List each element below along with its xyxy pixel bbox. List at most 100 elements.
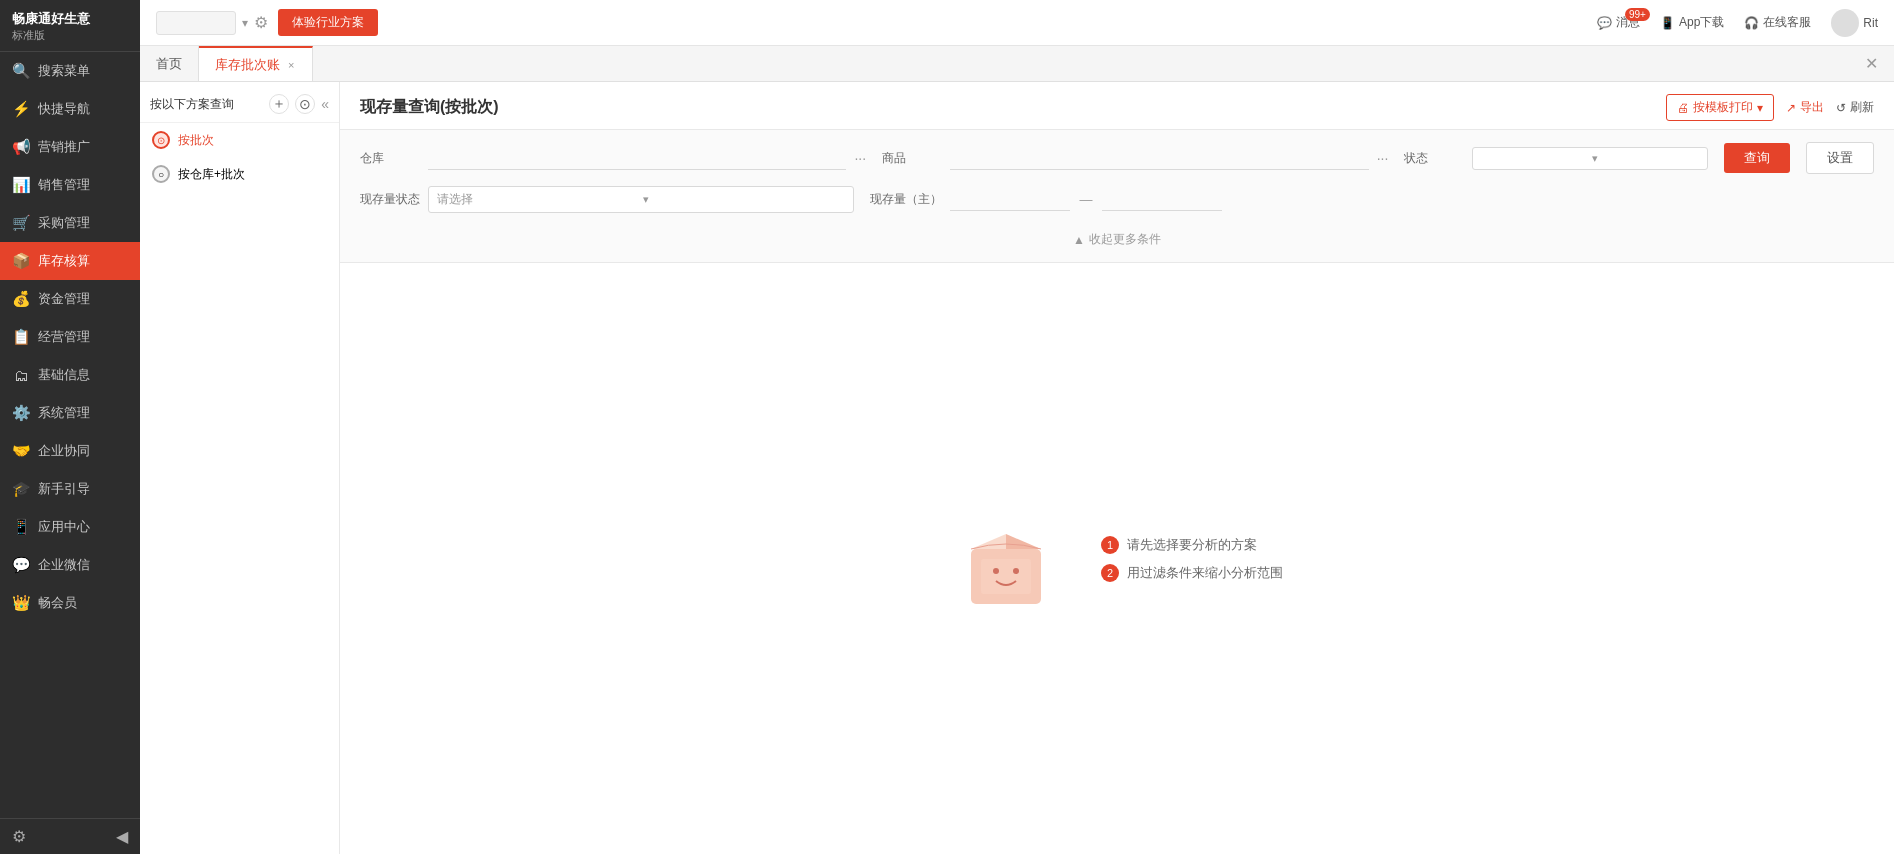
sidebar-item-label: 搜索菜单 bbox=[38, 62, 90, 80]
collapse-arrow-icon: ▲ bbox=[1073, 233, 1085, 247]
sidebar-item-member[interactable]: 👑 畅会员 bbox=[0, 584, 140, 622]
right-panel: 现存量查询(按批次) 🖨 按模板打印 ▾ ↗ 导出 ↺ 刷新 bbox=[340, 82, 1894, 854]
experience-button[interactable]: 体验行业方案 bbox=[278, 9, 378, 36]
sidebar-item-label: 企业微信 bbox=[38, 556, 90, 574]
sidebar-item-label: 新手引导 bbox=[38, 480, 90, 498]
product-more-icon[interactable]: ··· bbox=[1377, 150, 1389, 166]
empty-svg bbox=[951, 499, 1071, 619]
topbar-search-area: ▾ ⚙ bbox=[156, 11, 268, 35]
tip-num-2: 2 bbox=[1101, 564, 1119, 582]
tab-home-label: 首页 bbox=[156, 55, 182, 73]
tab-inventory-batch[interactable]: 库存批次账 × bbox=[199, 46, 313, 81]
tab-home[interactable]: 首页 bbox=[140, 46, 199, 81]
tip-text-1: 请先选择要分析的方案 bbox=[1127, 536, 1257, 554]
topbar-right: 💬 消息 99+ 📱 App下载 🎧 在线客服 Rit bbox=[1597, 9, 1878, 37]
online-service-button[interactable]: 🎧 在线客服 bbox=[1744, 14, 1811, 31]
wechat-icon: 💬 bbox=[12, 556, 30, 574]
topbar-chevron-icon[interactable]: ▾ bbox=[242, 16, 248, 30]
sidebar-item-finance[interactable]: 💰 资金管理 bbox=[0, 280, 140, 318]
export-button[interactable]: ↗ 导出 bbox=[1786, 99, 1824, 116]
sidebar-item-label: 快捷导航 bbox=[38, 100, 90, 118]
app-center-icon: 📱 bbox=[12, 518, 30, 536]
warehouse-more-icon[interactable]: ··· bbox=[854, 150, 866, 166]
status-chevron-icon: ▾ bbox=[1592, 152, 1699, 165]
scheme-item-by-batch[interactable]: ⊙ 按批次 bbox=[140, 123, 339, 157]
query-button[interactable]: 查询 bbox=[1724, 143, 1790, 173]
app-download-button[interactable]: 📱 App下载 bbox=[1660, 14, 1724, 31]
filter-row-2: 现存量状态 请选择 ▾ 现存量（主） — bbox=[360, 186, 1874, 213]
sidebar: 畅康通好生意 标准版 🔍 搜索菜单 ⚡ 快捷导航 📢 营销推广 📊 销售管理 🛒… bbox=[0, 0, 140, 854]
sidebar-item-marketing[interactable]: 📢 营销推广 bbox=[0, 128, 140, 166]
sidebar-item-label: 企业协同 bbox=[38, 442, 90, 460]
status-label: 状态 bbox=[1404, 150, 1464, 167]
page-content: 按以下方案查询 ＋ ⊙ « ⊙ 按批次 ○ 按仓库+批次 现存量查询(按批次) bbox=[140, 82, 1894, 854]
template-print-button[interactable]: 🖨 按模板打印 ▾ bbox=[1666, 94, 1774, 121]
topbar-search-input[interactable] bbox=[156, 11, 236, 35]
tip-num-1: 1 bbox=[1101, 536, 1119, 554]
user-avatar-area[interactable]: Rit bbox=[1831, 9, 1878, 37]
product-label: 商品 bbox=[882, 150, 942, 167]
operations-icon: 📋 bbox=[12, 328, 30, 346]
stock-status-label: 现存量状态 bbox=[360, 191, 420, 208]
sidebar-item-newbie[interactable]: 🎓 新手引导 bbox=[0, 470, 140, 508]
left-panel-title: 按以下方案查询 bbox=[150, 96, 234, 113]
message-button[interactable]: 💬 消息 99+ bbox=[1597, 14, 1640, 31]
page-header: 现存量查询(按批次) 🖨 按模板打印 ▾ ↗ 导出 ↺ 刷新 bbox=[340, 82, 1894, 130]
quantity-min-input[interactable] bbox=[950, 188, 1070, 211]
sidebar-item-app-center[interactable]: 📱 应用中心 bbox=[0, 508, 140, 546]
sidebar-item-quick-nav[interactable]: ⚡ 快捷导航 bbox=[0, 90, 140, 128]
member-icon: 👑 bbox=[12, 594, 30, 612]
close-all-tabs-button[interactable]: ✕ bbox=[1865, 54, 1878, 73]
newbie-icon: 🎓 bbox=[12, 480, 30, 498]
stock-status-value: 请选择 bbox=[437, 191, 639, 208]
tip-item-2: 2 用过滤条件来缩小分析范围 bbox=[1101, 564, 1283, 582]
main-container: ▾ ⚙ 体验行业方案 💬 消息 99+ 📱 App下载 🎧 在线客服 Rit bbox=[140, 0, 1894, 854]
empty-illustration bbox=[951, 499, 1071, 619]
empty-tips: 1 请先选择要分析的方案 2 用过滤条件来缩小分析范围 bbox=[1101, 536, 1283, 582]
left-panel-header: 按以下方案查询 ＋ ⊙ « bbox=[140, 82, 339, 123]
chevron-down-icon[interactable]: ▾ bbox=[1757, 101, 1763, 115]
product-input[interactable] bbox=[950, 147, 1368, 170]
topbar-gear-icon[interactable]: ⚙ bbox=[254, 13, 268, 32]
refresh-icon: ↺ bbox=[1836, 101, 1846, 115]
sidebar-item-wechat[interactable]: 💬 企业微信 bbox=[0, 546, 140, 584]
quantity-max-input[interactable] bbox=[1102, 188, 1222, 211]
app-version: 标准版 bbox=[12, 28, 128, 43]
scheme-item-by-warehouse-batch[interactable]: ○ 按仓库+批次 bbox=[140, 157, 339, 191]
tab-close-icon[interactable]: × bbox=[286, 57, 296, 73]
inventory-icon: 📦 bbox=[12, 252, 30, 270]
left-panel-actions: ＋ ⊙ « bbox=[269, 94, 329, 114]
sidebar-item-system[interactable]: ⚙️ 系统管理 bbox=[0, 394, 140, 432]
status-dropdown[interactable]: ▾ bbox=[1472, 147, 1708, 170]
sidebar-item-operations[interactable]: 📋 经营管理 bbox=[0, 318, 140, 356]
sidebar-item-label: 资金管理 bbox=[38, 290, 90, 308]
sidebar-item-label: 营销推广 bbox=[38, 138, 90, 156]
add-scheme-button[interactable]: ＋ bbox=[269, 94, 289, 114]
sidebar-item-basic[interactable]: 🗂 基础信息 bbox=[0, 356, 140, 394]
scheme-settings-button[interactable]: ⊙ bbox=[295, 94, 315, 114]
stock-status-dropdown[interactable]: 请选择 ▾ bbox=[428, 186, 854, 213]
stock-status-field: 现存量状态 请选择 ▾ bbox=[360, 186, 854, 213]
scheme-icon-gray: ○ bbox=[152, 165, 170, 183]
sidebar-item-purchase[interactable]: 🛒 采购管理 bbox=[0, 204, 140, 242]
sidebar-item-label: 库存核算 bbox=[38, 252, 90, 270]
warehouse-label: 仓库 bbox=[360, 150, 420, 167]
collapse-left-panel-icon[interactable]: « bbox=[321, 96, 329, 112]
sidebar-item-inventory[interactable]: 📦 库存核算 bbox=[0, 242, 140, 280]
sidebar-bottom: ⚙ ◀ bbox=[0, 818, 140, 854]
tip-item-1: 1 请先选择要分析的方案 bbox=[1101, 536, 1283, 554]
sidebar-item-label: 畅会员 bbox=[38, 594, 77, 612]
online-service-label: 在线客服 bbox=[1763, 14, 1811, 31]
sidebar-item-sales[interactable]: 📊 销售管理 bbox=[0, 166, 140, 204]
refresh-button[interactable]: ↺ 刷新 bbox=[1836, 99, 1874, 116]
collapse-more-button[interactable]: ▲ 收起更多条件 bbox=[360, 225, 1874, 250]
sidebar-item-enterprise[interactable]: 🤝 企业协同 bbox=[0, 432, 140, 470]
sidebar-item-search[interactable]: 🔍 搜索菜单 bbox=[0, 52, 140, 90]
collapse-sidebar-icon[interactable]: ◀ bbox=[116, 827, 128, 846]
svg-point-2 bbox=[993, 568, 999, 574]
filter-settings-button[interactable]: 设置 bbox=[1806, 142, 1874, 174]
warehouse-input[interactable] bbox=[428, 147, 846, 170]
marketing-icon: 📢 bbox=[12, 138, 30, 156]
tabbar: 首页 库存批次账 × ✕ bbox=[140, 46, 1894, 82]
settings-icon[interactable]: ⚙ bbox=[12, 827, 26, 846]
